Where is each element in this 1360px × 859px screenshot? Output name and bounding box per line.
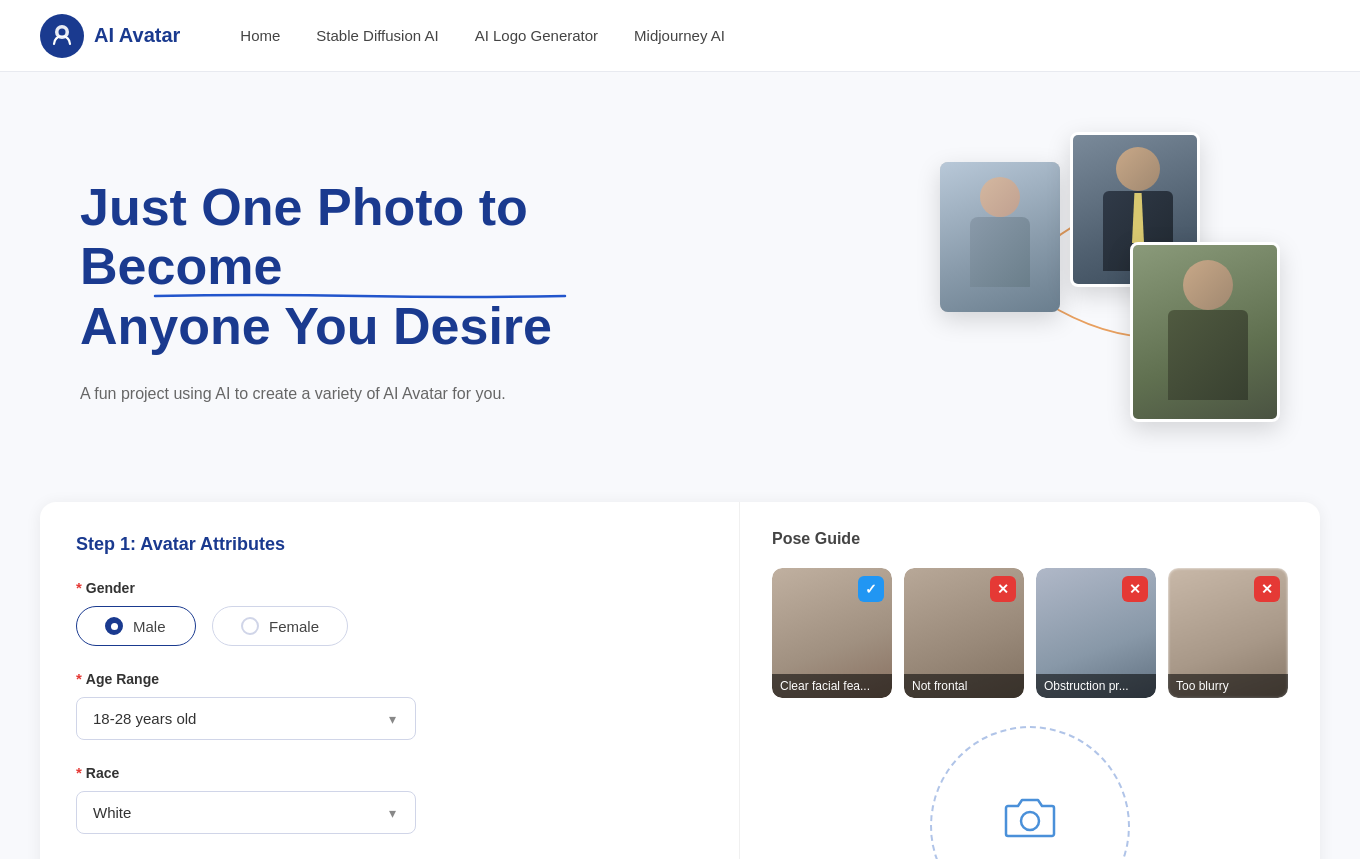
pose-examples-grid: ✓ Clear facial fea... ✕ Not frontal ✕ Ob… <box>772 568 1288 698</box>
gender-female-radio <box>241 617 259 635</box>
nav-link-logo-gen[interactable]: AI Logo Generator <box>475 27 598 44</box>
hero-subtitle: A fun project using AI to create a varie… <box>80 381 640 407</box>
svg-point-2 <box>1021 812 1039 830</box>
step-title: Step 1: Avatar Attributes <box>76 534 703 555</box>
hero-left: Just One Photo to Become Anyone You Desi… <box>80 178 640 407</box>
gender-female-label: Female <box>269 618 319 635</box>
gender-label: * Gender <box>76 579 703 596</box>
nav-link-midjourney[interactable]: Midjourney AI <box>634 27 725 44</box>
pose-example-obstruction: ✕ Obstruction pr... <box>1036 568 1156 698</box>
pose-example-clear-facial: ✓ Clear facial fea... <box>772 568 892 698</box>
pose-label-4: Too blurry <box>1168 674 1288 698</box>
race-select-wrapper: White Asian Black Hispanic Other ▾ <box>76 791 703 834</box>
form-card: Step 1: Avatar Attributes * Gender Male … <box>40 502 1320 859</box>
gender-female-option[interactable]: Female <box>212 606 348 646</box>
nav-link-home[interactable]: Home <box>240 27 280 44</box>
navbar: AI Avatar Home Stable Diffusion AI AI Lo… <box>0 0 1360 72</box>
pose-badge-3: ✕ <box>1122 576 1148 602</box>
hero-source-photo <box>940 162 1060 312</box>
logo-icon <box>40 14 84 58</box>
hero-images <box>880 132 1280 452</box>
gender-options: Male Female <box>76 606 703 646</box>
hero-title: Just One Photo to Become Anyone You Desi… <box>80 178 640 357</box>
race-field: * Race White Asian Black Hispanic Other … <box>76 764 703 834</box>
race-select[interactable]: White Asian Black Hispanic Other <box>76 791 416 834</box>
pose-badge-2: ✕ <box>990 576 1016 602</box>
gender-male-label: Male <box>133 618 166 635</box>
photo-upload-area[interactable] <box>930 726 1130 859</box>
main-content: Step 1: Avatar Attributes * Gender Male … <box>0 502 1360 859</box>
pose-label-1: Clear facial fea... <box>772 674 892 698</box>
pose-example-not-frontal: ✕ Not frontal <box>904 568 1024 698</box>
pose-label-3: Obstruction pr... <box>1036 674 1156 698</box>
hero-section: Just One Photo to Become Anyone You Desi… <box>0 72 1360 502</box>
pose-example-too-blurry: ✕ Too blurry <box>1168 568 1288 698</box>
hero-title-line2: Anyone You Desire <box>80 297 552 355</box>
pose-guide-title: Pose Guide <box>772 530 1288 548</box>
gender-field: * Gender Male Female <box>76 579 703 646</box>
age-range-select[interactable]: 18-28 years old 29-40 years old 41-55 ye… <box>76 697 416 740</box>
logo-text: AI Avatar <box>94 24 180 47</box>
pose-badge-4: ✕ <box>1254 576 1280 602</box>
hero-title-line1: Just One Photo to Become <box>80 178 640 298</box>
age-range-label: * Age Range <box>76 670 703 687</box>
race-label: * Race <box>76 764 703 781</box>
age-range-select-wrapper: 18-28 years old 29-40 years old 41-55 ye… <box>76 697 703 740</box>
age-range-field: * Age Range 18-28 years old 29-40 years … <box>76 670 703 740</box>
pose-badge-1: ✓ <box>858 576 884 602</box>
nav-logo[interactable]: AI Avatar <box>40 14 180 58</box>
nav-links: Home Stable Diffusion AI AI Logo Generat… <box>240 27 725 44</box>
nav-link-stable-diffusion[interactable]: Stable Diffusion AI <box>316 27 438 44</box>
gender-male-option[interactable]: Male <box>76 606 196 646</box>
hero-result-photo-2 <box>1130 242 1280 422</box>
camera-icon <box>1002 792 1058 853</box>
gender-male-radio <box>105 617 123 635</box>
avatar-attributes-panel: Step 1: Avatar Attributes * Gender Male … <box>40 502 740 859</box>
pose-label-2: Not frontal <box>904 674 1024 698</box>
svg-point-1 <box>59 28 66 35</box>
pose-guide-panel: Pose Guide ✓ Clear facial fea... ✕ Not f… <box>740 502 1320 859</box>
